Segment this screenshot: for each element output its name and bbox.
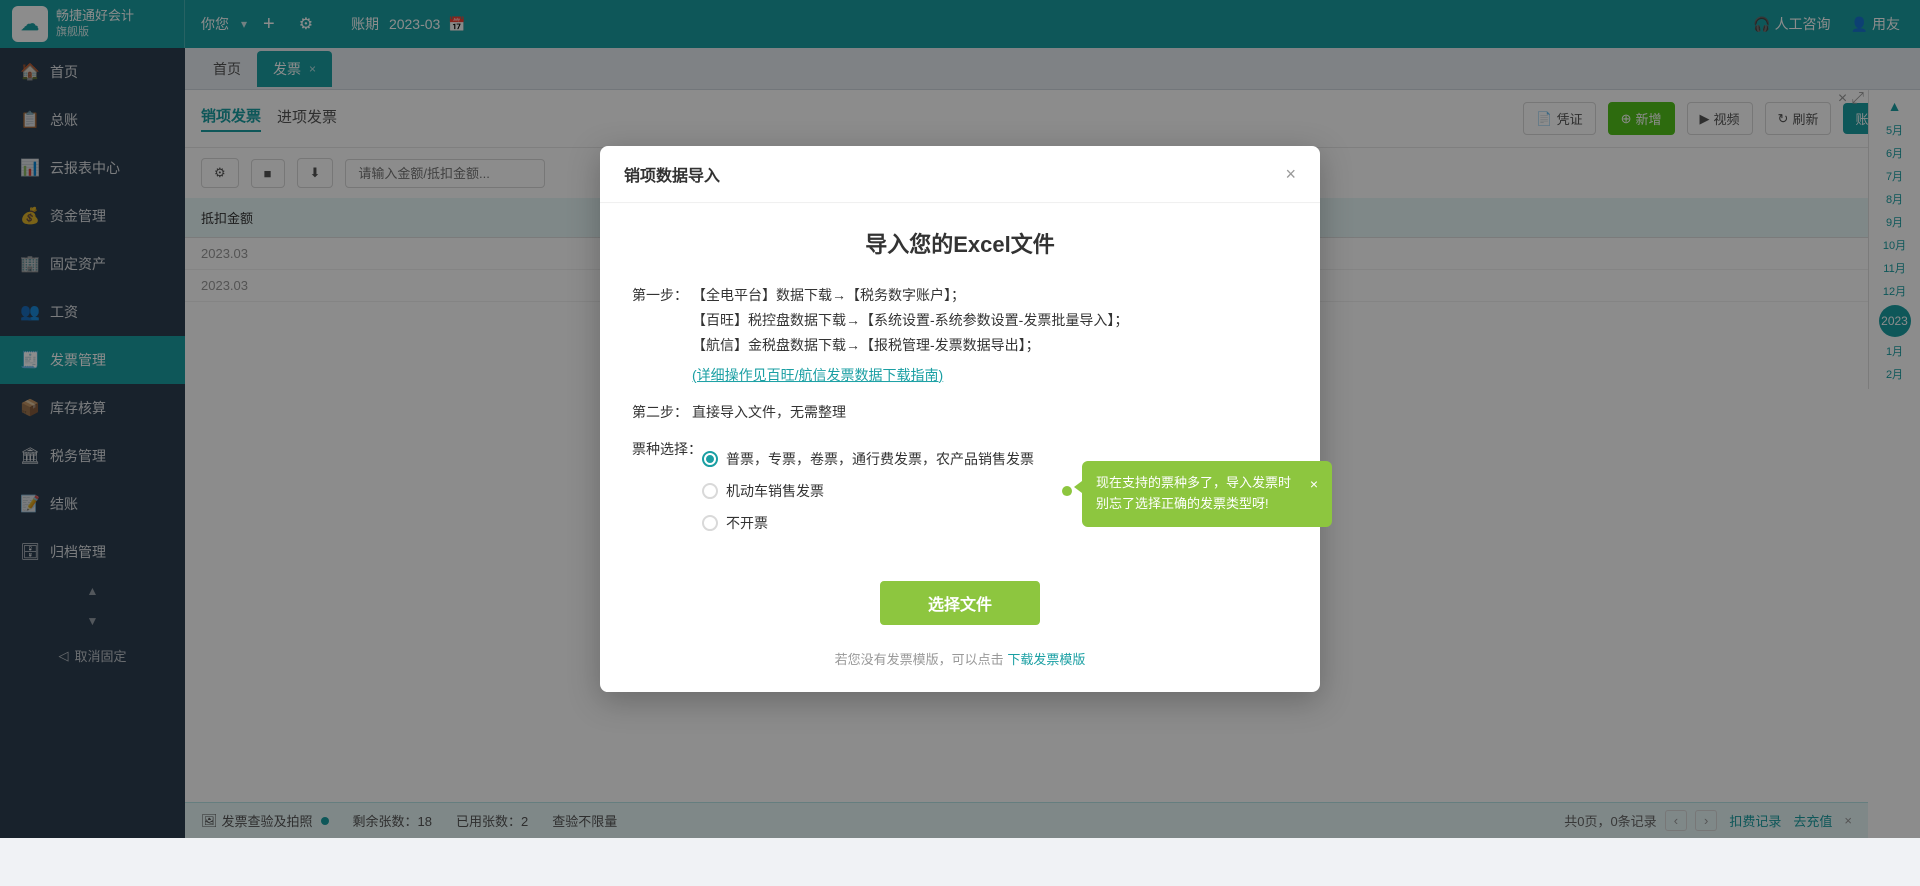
step1-line1: 【全电平台】数据下载→【税务数字账户】； [692, 283, 1128, 308]
download-template-link[interactable]: 下载发票模版 [1007, 652, 1085, 667]
step-1-row: 第一步： 【全电平台】数据下载→【税务数字账户】； 【百旺】税控盘数据下载→【系… [632, 283, 1288, 388]
step1-line3: 【航信】金税盘数据下载→【报税管理-发票数据导出】； [692, 333, 1128, 358]
step1-guide-link[interactable]: (详细操作见百旺/航信发票数据下载指南) [692, 367, 943, 383]
import-modal: 销项数据导入 × 导入您的Excel文件 第一步： 【全电平台】数据下载→【税务… [600, 146, 1320, 692]
modal-body: 导入您的Excel文件 第一步： 【全电平台】数据下载→【税务数字账户】； 【百… [600, 203, 1320, 692]
radio-2-circle [702, 483, 718, 499]
radio-row: 票种选择： 普票，专票，卷票，通行费发票，农产品销售发票 机动车销售发票 × 现… [632, 437, 1288, 557]
modal-footer: 若您没有发票模版，可以点击 下载发票模版 [632, 649, 1288, 668]
modal-title: 销项数据导入 [624, 162, 720, 186]
tooltip-close-button[interactable]: × [1310, 473, 1318, 495]
select-file-area: 选择文件 [632, 581, 1288, 625]
modal-header: 销项数据导入 × [600, 146, 1320, 203]
radio-group: 普票，专票，卷票，通行费发票，农产品销售发票 机动车销售发票 × 现在支持的票种… [702, 449, 1034, 545]
step-1-label: 第一步： [632, 285, 692, 305]
modal-close-button[interactable]: × [1285, 164, 1296, 185]
tooltip-dot [1062, 486, 1072, 496]
radio-option-3[interactable]: 不开票 [702, 513, 1034, 533]
step-2-label: 第二步： [632, 402, 692, 422]
step-1-content: 【全电平台】数据下载→【税务数字账户】； 【百旺】税控盘数据下载→【系统设置-系… [692, 283, 1128, 388]
radio-option-1[interactable]: 普票，专票，卷票，通行费发票，农产品销售发票 [702, 449, 1034, 469]
step1-line2: 【百旺】税控盘数据下载→【系统设置-系统参数设置-发票批量导入】； [692, 308, 1128, 333]
radio-3-label: 不开票 [726, 513, 768, 533]
radio-1-label: 普票，专票，卷票，通行费发票，农产品销售发票 [726, 449, 1034, 469]
radio-3-circle [702, 515, 718, 531]
radio-1-circle [702, 451, 718, 467]
select-file-button[interactable]: 选择文件 [880, 581, 1040, 625]
radio-group-label: 票种选择： [632, 439, 702, 459]
step-2-row: 第二步： 直接导入文件，无需整理 [632, 400, 1288, 425]
radio-option-2[interactable]: 机动车销售发票 × 现在支持的票种多了，导入发票时别忘了选择正确的发票类型呀! [702, 481, 1034, 501]
radio-2-label: 机动车销售发票 [726, 481, 824, 501]
modal-main-title: 导入您的Excel文件 [632, 227, 1288, 259]
step-2-content: 直接导入文件，无需整理 [692, 400, 846, 425]
tooltip-bubble: × 现在支持的票种多了，导入发票时别忘了选择正确的发票类型呀! [1082, 461, 1332, 527]
tooltip-text: 现在支持的票种多了，导入发票时别忘了选择正确的发票类型呀! [1096, 475, 1291, 511]
